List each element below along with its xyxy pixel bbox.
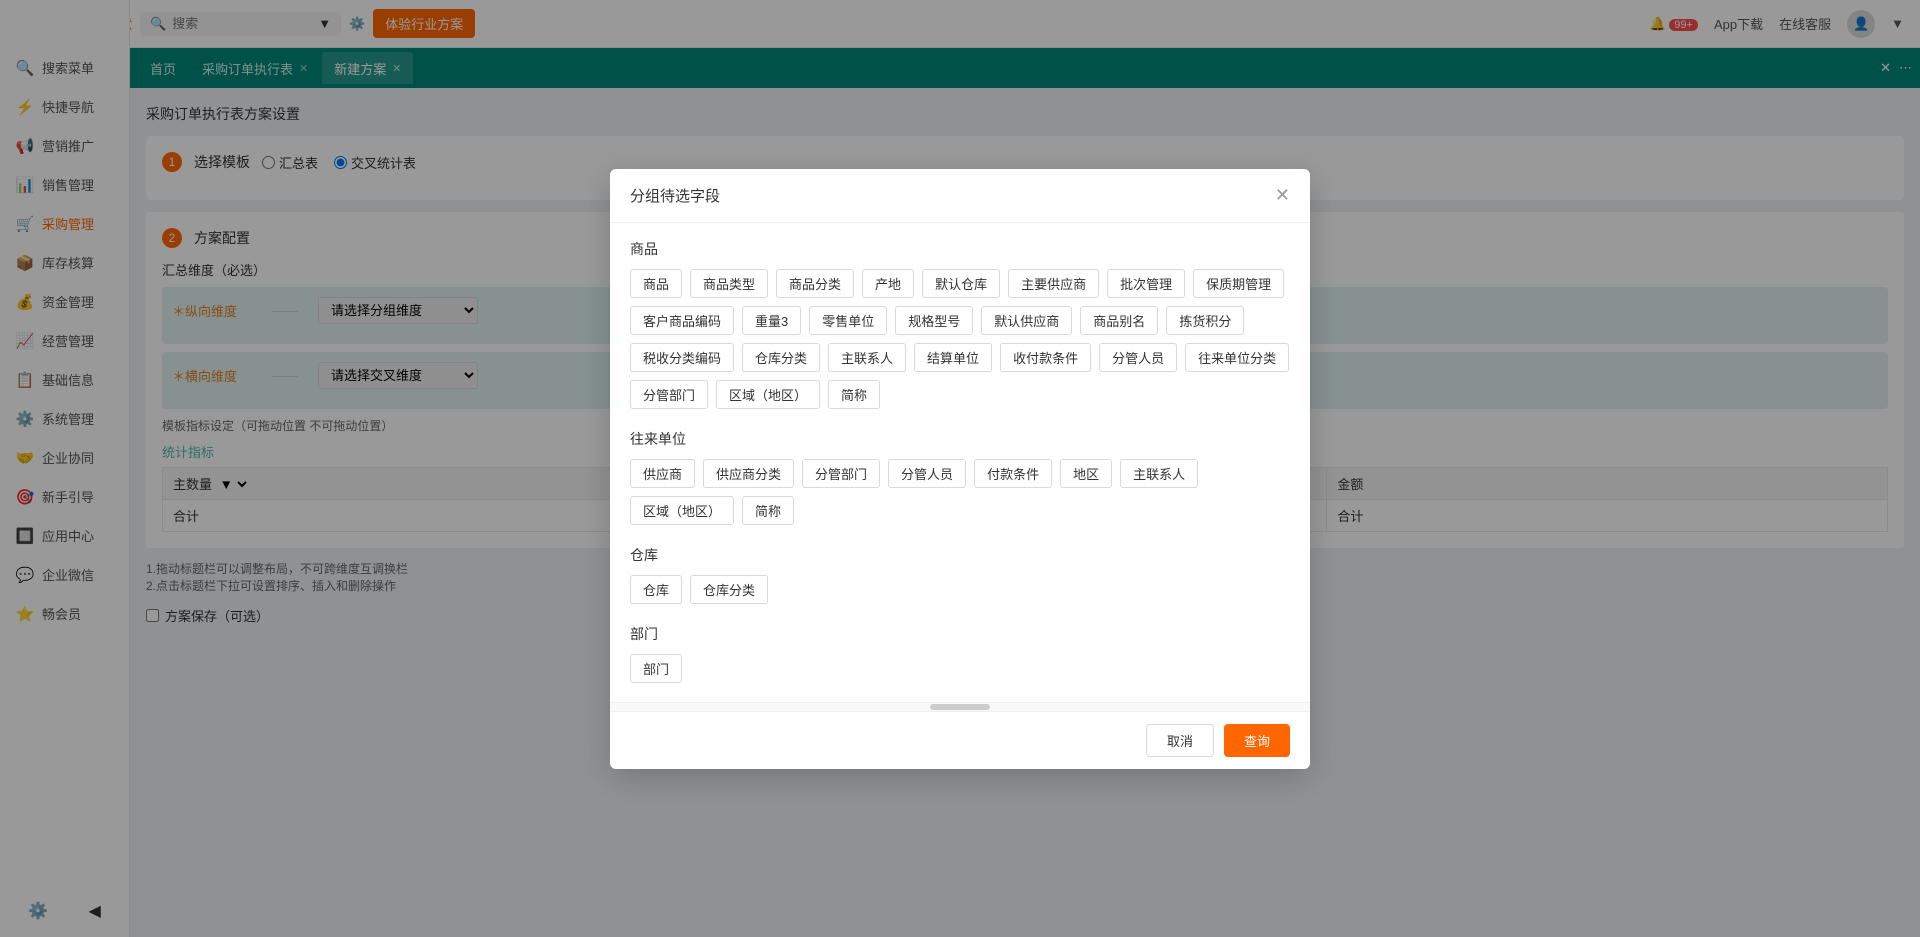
field-tag-goods-23[interactable]: 区域（地区） [716,380,820,409]
field-section-warehouse: 仓库仓库仓库分类 [630,545,1290,604]
field-section-goods: 商品商品商品类型商品分类产地默认仓库主要供应商批次管理保质期管理客户商品编码重量… [630,239,1290,409]
field-tag-goods-5[interactable]: 主要供应商 [1008,269,1099,298]
modal-close-icon[interactable]: ✕ [1275,185,1290,206]
field-tag-goods-18[interactable]: 结算单位 [914,343,992,372]
field-tag-goods-0[interactable]: 商品 [630,269,682,298]
field-tag-partner-5[interactable]: 地区 [1060,459,1112,488]
field-tag-goods-8[interactable]: 客户商品编码 [630,306,734,335]
field-tag-goods-1[interactable]: 商品类型 [690,269,768,298]
field-section-title-partner: 往来单位 [630,429,1290,449]
field-tags-warehouse: 仓库仓库分类 [630,575,1290,604]
field-tag-goods-4[interactable]: 默认仓库 [922,269,1000,298]
field-selection-modal: 分组待选字段 ✕ 商品商品商品类型商品分类产地默认仓库主要供应商批次管理保质期管… [610,169,1310,769]
modal-overlay: 分组待选字段 ✕ 商品商品商品类型商品分类产地默认仓库主要供应商批次管理保质期管… [0,0,1920,937]
modal-horizontal-scrollbar[interactable] [610,702,1310,711]
field-tag-partner-1[interactable]: 供应商分类 [703,459,794,488]
field-tag-goods-16[interactable]: 仓库分类 [742,343,820,372]
field-tag-partner-7[interactable]: 区域（地区） [630,496,734,525]
modal-header: 分组待选字段 ✕ [610,169,1310,223]
field-tags-partner: 供应商供应商分类分管部门分管人员付款条件地区主联系人区域（地区） 简称 [630,459,1290,525]
field-tag-goods-21[interactable]: 往来单位分类 [1185,343,1289,372]
modal-footer: 取消 查询 [610,711,1310,769]
field-tag-goods-15[interactable]: 税收分类编码 [630,343,734,372]
modal-body: 商品商品商品类型商品分类产地默认仓库主要供应商批次管理保质期管理客户商品编码重量… [610,223,1310,702]
field-tag-goods-12[interactable]: 默认供应商 [981,306,1072,335]
field-tag-goods-6[interactable]: 批次管理 [1107,269,1185,298]
field-tag-goods-17[interactable]: 主联系人 [828,343,906,372]
field-tag-goods-13[interactable]: 商品别名 [1080,306,1158,335]
field-tag-partner-3[interactable]: 分管人员 [888,459,966,488]
field-tag-warehouse-1[interactable]: 仓库分类 [690,575,768,604]
modal-title: 分组待选字段 [630,185,720,206]
field-tags-department: 部门 [630,654,1290,683]
field-tag-goods-3[interactable]: 产地 [862,269,914,298]
field-tag-partner-0[interactable]: 供应商 [630,459,695,488]
field-tags-goods: 商品商品类型商品分类产地默认仓库主要供应商批次管理保质期管理客户商品编码重量3 零… [630,269,1290,409]
field-tag-goods-11[interactable]: 规格型号 [895,306,973,335]
confirm-button[interactable]: 查询 [1224,724,1290,757]
field-tag-goods-22[interactable]: 分管部门 [630,380,708,409]
field-tag-goods-14[interactable]: 拣货积分 [1166,306,1244,335]
field-tag-goods-7[interactable]: 保质期管理 [1193,269,1284,298]
field-section-title-warehouse: 仓库 [630,545,1290,565]
field-tag-goods-24[interactable]: 简称 [828,380,880,409]
field-tag-goods-20[interactable]: 分管人员 [1099,343,1177,372]
field-section-title-goods: 商品 [630,239,1290,259]
field-section-partner: 往来单位供应商供应商分类分管部门分管人员付款条件地区主联系人区域（地区） 简称 [630,429,1290,525]
field-tag-partner-2[interactable]: 分管部门 [802,459,880,488]
field-tag-partner-8[interactable]: 简称 [742,496,794,525]
field-section-department: 部门部门 [630,624,1290,683]
field-tag-warehouse-0[interactable]: 仓库 [630,575,682,604]
field-section-title-department: 部门 [630,624,1290,644]
field-tag-partner-4[interactable]: 付款条件 [974,459,1052,488]
field-tag-goods-2[interactable]: 商品分类 [776,269,854,298]
field-tag-goods-10[interactable]: 零售单位 [809,306,887,335]
cancel-button[interactable]: 取消 [1146,724,1214,757]
field-tag-partner-6[interactable]: 主联系人 [1120,459,1198,488]
field-tag-goods-9[interactable]: 重量3 [742,306,801,335]
field-tag-department-0[interactable]: 部门 [630,654,682,683]
field-tag-goods-19[interactable]: 收付款条件 [1000,343,1091,372]
